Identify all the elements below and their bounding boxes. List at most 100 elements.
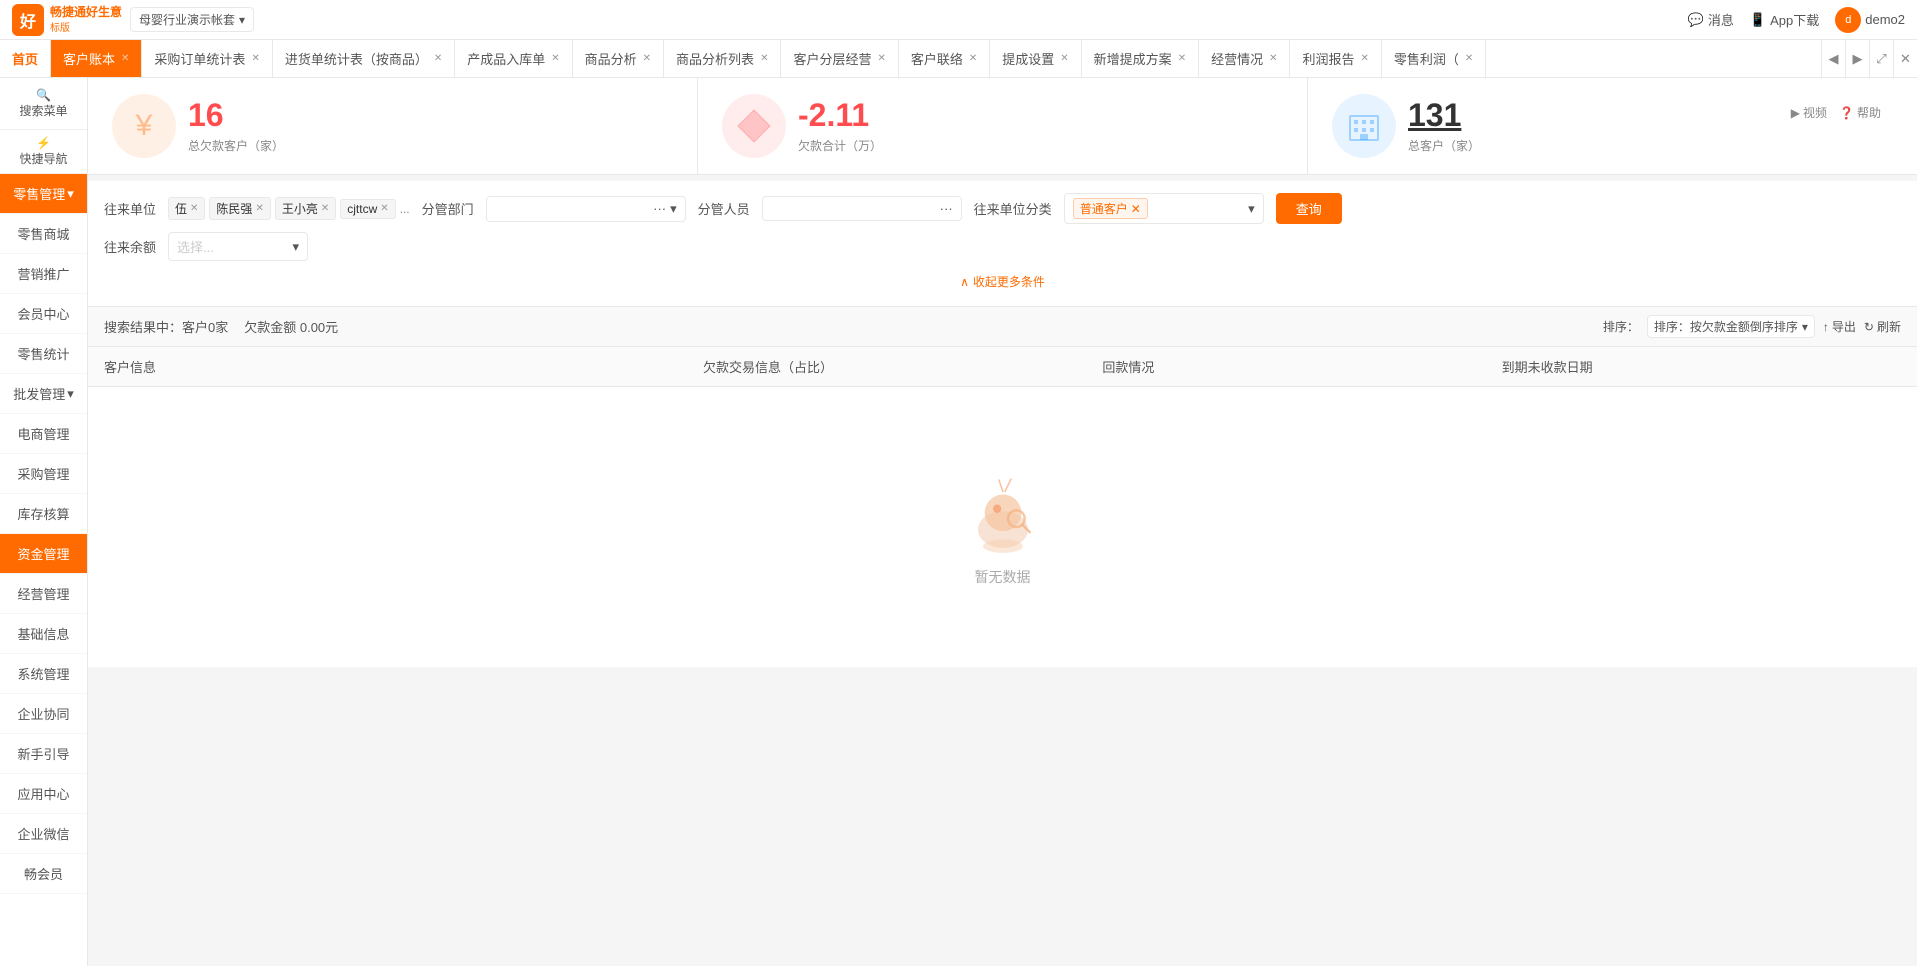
tag-close-normal[interactable]: ✕	[1131, 202, 1141, 216]
store-select[interactable]: 母婴行业演示帐套 ▾	[130, 7, 254, 32]
tab-goods-analysis-list[interactable]: 商品分析列表 ✕	[664, 40, 781, 78]
col-customer-info: 客户信息	[104, 357, 703, 376]
lightning-icon: ⚡	[0, 136, 87, 150]
tag-close-cjttcw[interactable]: ✕	[380, 203, 388, 214]
results-summary: 搜索结果中：客户0家 欠款金额 0.00元	[104, 317, 338, 336]
nav-expand-btn[interactable]: ⤢	[1869, 40, 1893, 78]
logo-area: 好 畅捷通好生意 标版	[12, 4, 122, 36]
tab-reminder-setting[interactable]: 提成设置 ✕	[990, 40, 1081, 78]
tag-close-chen[interactable]: ✕	[255, 203, 263, 214]
results-bar: 搜索结果中：客户0家 欠款金额 0.00元 排序： 排序：按欠款金额倒序排序 ▾…	[88, 307, 1917, 347]
sidebar-item-finance[interactable]: 资金管理	[0, 534, 87, 574]
stat-card-credit-amount: -2.11 欠款合计（万）	[698, 78, 1308, 174]
app-download-btn[interactable]: 📱 App下载	[1750, 10, 1819, 29]
tab-close-icon[interactable]: ✕	[760, 53, 768, 64]
tab-customer-contact[interactable]: 客户联络 ✕	[899, 40, 990, 78]
filter-unit-type-label: 往来单位分类	[974, 199, 1052, 218]
tab-purchase-order[interactable]: 采购订单统计表 ✕	[142, 40, 272, 78]
sidebar-item-ecommerce[interactable]: 电商管理	[0, 414, 87, 454]
tab-close-icon[interactable]: ✕	[877, 53, 885, 64]
filter-dept-label: 分管部门	[422, 199, 474, 218]
sidebar-item-app-center[interactable]: 应用中心	[0, 774, 87, 814]
main-layout: 🔍 搜索菜单 ⚡ 快捷导航 零售管理 ▾ 零售商城 营销推广 会员中心 零售统计…	[0, 78, 1917, 966]
tab-close-icon[interactable]: ✕	[1361, 53, 1369, 64]
sidebar-item-system-mgmt[interactable]: 系统管理	[0, 654, 87, 694]
sidebar-quick-nav-label: 快捷导航	[0, 150, 87, 167]
sidebar-item-new-guide[interactable]: 新手引导	[0, 734, 87, 774]
collapse-btn[interactable]: ∧ 收起更多条件	[104, 269, 1901, 294]
help-btn[interactable]: ❓ 帮助	[1839, 104, 1881, 121]
avatar: d	[1835, 7, 1861, 33]
sidebar-item-retail-stat[interactable]: 零售统计	[0, 334, 87, 374]
refresh-icon: ↻	[1864, 320, 1874, 334]
tab-profit-report[interactable]: 利润报告 ✕	[1290, 40, 1381, 78]
stat-content-credit: 16 总欠款客户（家）	[188, 98, 284, 154]
sidebar-item-purchase-mgmt[interactable]: 采购管理	[0, 454, 87, 494]
sort-select[interactable]: 排序：按欠款金额倒序排序 ▾	[1647, 315, 1815, 338]
nav-next-btn[interactable]: ▶	[1845, 40, 1869, 78]
export-btn[interactable]: ↑ 导出	[1823, 318, 1856, 335]
sidebar-item-retail-mgmt[interactable]: 零售管理 ▾	[0, 174, 87, 214]
user-avatar-area[interactable]: d demo2	[1835, 7, 1905, 33]
tab-close-icon[interactable]: ✕	[434, 53, 442, 64]
tab-stock-stat[interactable]: 进货单统计表（按商品） ✕	[273, 40, 455, 78]
sidebar-item-member[interactable]: 会员中心	[0, 294, 87, 334]
tab-operation-status[interactable]: 经营情况 ✕	[1199, 40, 1290, 78]
filter-dept-select[interactable]: ··· ▾	[486, 196, 686, 222]
sidebar-search[interactable]: 🔍 搜索菜单	[0, 78, 87, 130]
nav-prev-btn[interactable]: ◀	[1821, 40, 1845, 78]
tab-customer-tier[interactable]: 客户分层经营 ✕	[781, 40, 898, 78]
sidebar-item-operation-mgmt[interactable]: 经营管理	[0, 574, 87, 614]
tab-cost-stock[interactable]: 产成品入库单 ✕	[455, 40, 572, 78]
tab-close-icon[interactable]: ✕	[1178, 53, 1186, 64]
tag-close-wang[interactable]: ✕	[321, 203, 329, 214]
filter-balance-select[interactable]: 选择... ▾	[168, 232, 308, 261]
stat-content-amount: -2.11 欠款合计（万）	[798, 98, 882, 154]
stat-card-total-customers: 131 总客户（家） ▶ 视频 ❓ 帮助	[1308, 78, 1917, 174]
filter-unit-type-select[interactable]: 普通客户 ✕ ▾	[1064, 193, 1264, 224]
credit-icon: ¥	[136, 109, 153, 143]
tab-close-icon[interactable]: ✕	[643, 53, 651, 64]
message-btn[interactable]: 💬 消息	[1688, 10, 1734, 29]
sidebar-item-member-vip[interactable]: 畅会员	[0, 854, 87, 894]
sidebar-item-batch-mgmt[interactable]: 批发管理 ▾	[0, 374, 87, 414]
col-overdue-date: 到期未收款日期	[1502, 357, 1901, 376]
sidebar-item-marketing[interactable]: 营销推广	[0, 254, 87, 294]
tab-new-remind[interactable]: 新增提成方案 ✕	[1082, 40, 1199, 78]
refresh-btn[interactable]: ↻ 刷新	[1864, 318, 1901, 335]
tab-close-icon[interactable]: ✕	[1269, 53, 1277, 64]
sidebar-item-retail-mall[interactable]: 零售商城	[0, 214, 87, 254]
filter-tag-cjttcw: cjttcw ✕	[340, 199, 395, 219]
nav-close-all-btn[interactable]: ✕	[1893, 40, 1917, 78]
sidebar-item-corp-collab[interactable]: 企业协同	[0, 694, 87, 734]
query-button[interactable]: 查询	[1276, 193, 1342, 224]
tab-close-icon[interactable]: ✕	[551, 53, 559, 64]
chevron-down-icon: ▾	[1248, 201, 1255, 217]
tab-close-icon[interactable]: ✕	[1060, 53, 1068, 64]
tab-close-icon[interactable]: ✕	[121, 53, 129, 64]
sidebar-item-basic-info[interactable]: 基础信息	[0, 614, 87, 654]
logo-text: 畅捷通好生意 标版	[50, 5, 122, 34]
logo-icon: 好	[12, 4, 44, 36]
empty-illustration	[953, 467, 1053, 567]
tab-retail-profit[interactable]: 零售利润（ ✕	[1382, 40, 1486, 78]
video-btn[interactable]: ▶ 视频	[1791, 104, 1827, 121]
message-icon: 💬	[1688, 12, 1704, 28]
stat-content-total: 131 总客户（家）	[1408, 98, 1480, 154]
stat-number-amount: -2.11	[798, 98, 882, 133]
sidebar-quick-nav[interactable]: ⚡ 快捷导航	[0, 130, 87, 174]
tab-goods-analysis[interactable]: 商品分析 ✕	[573, 40, 664, 78]
stat-label-total: 总客户（家）	[1408, 137, 1480, 154]
filter-tag-chen: 陈民强 ✕	[209, 197, 270, 220]
tab-close-icon[interactable]: ✕	[1465, 53, 1473, 64]
tab-close-icon[interactable]: ✕	[969, 53, 977, 64]
tab-customer-book[interactable]: 客户账本 ✕	[51, 40, 142, 78]
sidebar-item-inventory[interactable]: 库存核算	[0, 494, 87, 534]
export-icon: ↑	[1823, 320, 1829, 334]
tab-home[interactable]: 首页	[0, 40, 51, 78]
filter-more-btn[interactable]: ...	[400, 202, 410, 216]
tab-close-icon[interactable]: ✕	[251, 53, 259, 64]
tag-close-wu[interactable]: ✕	[190, 203, 198, 214]
sidebar-item-wechat-work[interactable]: 企业微信	[0, 814, 87, 854]
filter-person-select[interactable]: ···	[762, 196, 962, 221]
